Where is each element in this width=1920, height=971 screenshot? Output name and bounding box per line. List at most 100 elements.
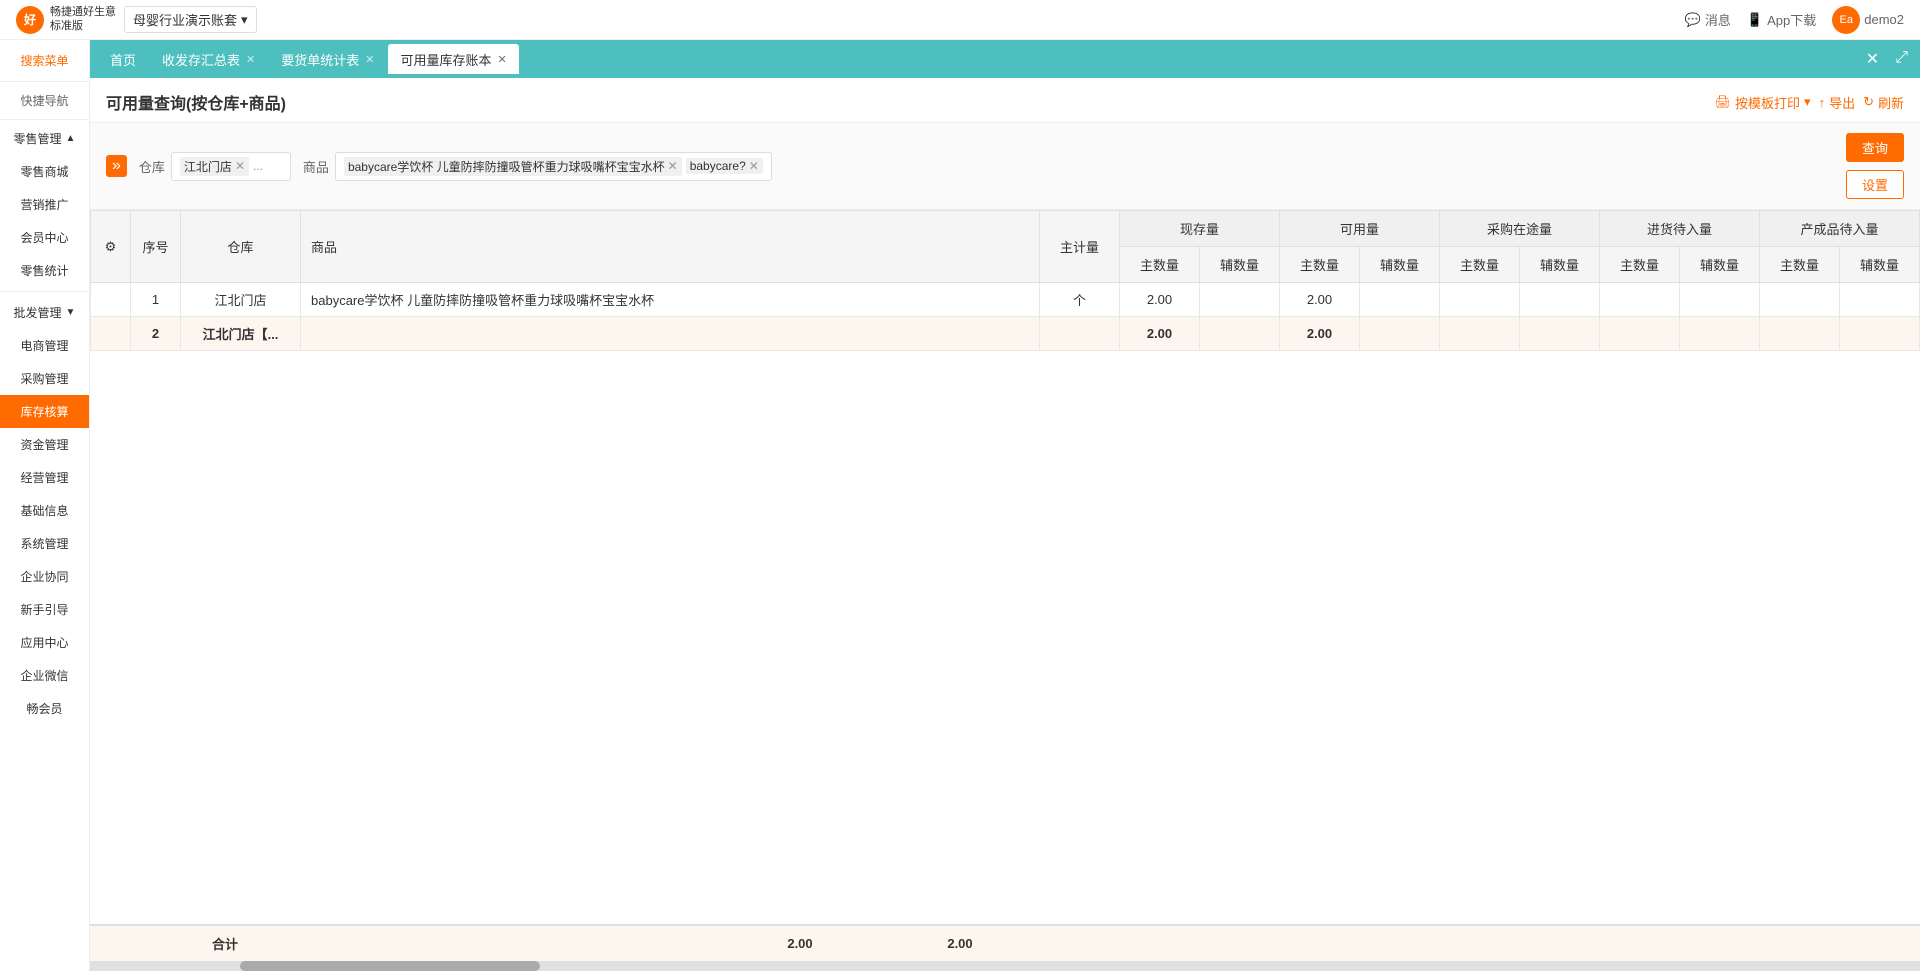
tab-order-stats[interactable]: 要货单统计表 ✕ [269,44,386,74]
sidebar-item-label: 基础信息 [20,502,68,519]
row-incoming-main [1600,283,1680,317]
subtotal-no: 2 [131,317,181,351]
logo: 好 畅捷通好生意 标准版 [16,6,116,34]
export-icon: ↑ [1819,95,1826,110]
quick-nav-item[interactable]: 快捷导航 [0,86,89,115]
subtotal-stock-main: 2.00 [1120,317,1200,351]
tab-receipts-summary[interactable]: 收发存汇总表 ✕ [150,44,267,74]
close-tab-order-stats[interactable]: ✕ [365,53,374,66]
sidebar-item-sys-mgmt[interactable]: 系统管理 [0,527,89,560]
message-button[interactable]: 💬 消息 [1685,10,1731,29]
sidebar-item-label: 新手引导 [20,601,68,618]
no-col-header: 序号 [131,211,181,283]
page-header: 可用量查询(按仓库+商品) 🖨 按模板打印 ▾ ↑ 导出 ↻ 刷新 [90,78,1920,123]
sidebar-item-enterprise-collab[interactable]: 企业协同 [0,560,89,593]
close-all-tabs-button[interactable]: ✕ [1862,47,1883,71]
message-icon: 💬 [1685,12,1701,28]
subtotal-purchase-aux [1520,317,1600,351]
warehouse-input[interactable]: 江北门店 ✕ ... [171,152,291,181]
expand-icon: ▲ [66,133,76,144]
tab-available-ledger[interactable]: 可用量库存账本 ✕ [388,44,518,74]
sidebar-item-ecom-mgmt[interactable]: 电商管理 [0,329,89,362]
main-layout: 搜索菜单 快捷导航 零售管理 ▲ 零售商城 营销推广 会员中心 零售统计 [0,40,1920,971]
sidebar-item-ops-mgmt[interactable]: 经营管理 [0,461,89,494]
chevron-down-icon: ▾ [241,12,248,28]
scrollbar-thumb[interactable] [240,961,540,971]
sidebar-item-label: 零售商城 [20,163,68,180]
horizontal-scrollbar[interactable] [90,961,1920,971]
search-menu-button[interactable]: 搜索菜单 [8,48,81,73]
page-actions: 🖨 按模板打印 ▾ ↑ 导出 ↻ 刷新 [1715,93,1905,112]
setting-button[interactable]: 设置 [1846,170,1904,199]
sidebar-item-retail-mall[interactable]: 零售商城 [0,155,89,188]
data-table: ⚙ 序号 仓库 商品 主计量 现存量 可用量 采购在途量 进货待入量 产成品待入… [90,210,1920,351]
remove-warehouse-tag[interactable]: ✕ [235,159,245,173]
sidebar-item-label: 畅会员 [26,700,62,717]
sidebar-item-label: 资金管理 [20,436,68,453]
product-filter: 商品 babycare学饮杯 儿童防摔防撞吸管杯重力球吸嘴杯宝宝水杯 ✕ bab… [303,152,772,181]
product-input[interactable]: babycare学饮杯 儿童防摔防撞吸管杯重力球吸嘴杯宝宝水杯 ✕ babyca… [335,152,772,181]
sidebar-item-basic-info[interactable]: 基础信息 [0,494,89,527]
tab-home[interactable]: 首页 [98,44,148,74]
purchase-transit-header: 采购在途量 [1440,211,1600,247]
row-settings-cell [91,283,131,317]
user-profile[interactable]: Ea demo2 [1832,6,1904,34]
sidebar-item-label: 会员中心 [20,229,68,246]
sidebar-menu: 零售管理 ▲ 零售商城 营销推广 会员中心 零售统计 批发管理 ▼ 电商管理 [0,120,89,727]
sidebar-item-label: 零售统计 [20,262,68,279]
row-product-main [1760,283,1840,317]
query-button[interactable]: 查询 [1846,133,1904,162]
sidebar-item-free-member[interactable]: 畅会员 [0,692,89,725]
available-header: 可用量 [1280,211,1440,247]
close-tab-available-ledger[interactable]: ✕ [498,53,507,66]
sidebar-item-label: 企业微信 [20,667,68,684]
sidebar-item-marketing[interactable]: 营销推广 [0,188,89,221]
filter-toggle-button[interactable]: » [106,155,127,177]
sidebar-item-enterprise-wechat[interactable]: 企业微信 [0,659,89,692]
footer-spacer3 [680,936,760,951]
remove-product-tag-2[interactable]: ✕ [749,159,759,173]
sidebar-item-label: 零售管理 [14,130,62,147]
close-tab-receipts[interactable]: ✕ [246,53,255,66]
refresh-button[interactable]: ↻ 刷新 [1863,93,1904,112]
app-download-button[interactable]: 📱 App下载 [1747,10,1816,29]
expand-button[interactable]: ⤢ [1891,47,1912,71]
export-button[interactable]: ↑ 导出 [1819,93,1856,112]
sidebar-item-member-center[interactable]: 会员中心 [0,221,89,254]
sidebar-item-batch-mgmt[interactable]: 批发管理 ▼ [0,296,89,329]
product-pending-header: 产成品待入量 [1760,211,1920,247]
warehouse-label: 仓库 [139,157,165,176]
incoming-main-qty-header: 主数量 [1600,247,1680,283]
sidebar-item-inventory-check[interactable]: 库存核算 [0,395,89,428]
avail-aux-qty-header: 辅数量 [1360,247,1440,283]
logo-icon: 好 [16,6,44,34]
table-area: ⚙ 序号 仓库 商品 主计量 现存量 可用量 采购在途量 进货待入量 产成品待入… [90,210,1920,924]
subtotal-incoming-main [1600,317,1680,351]
sidebar-item-purchase-mgmt[interactable]: 采购管理 [0,362,89,395]
chevron-down-icon: ▾ [1804,94,1811,110]
sidebar-item-finance-mgmt[interactable]: 资金管理 [0,428,89,461]
sidebar-item-retail-stats[interactable]: 零售统计 [0,254,89,287]
row-avail-aux [1360,283,1440,317]
row-purchase-aux [1520,283,1600,317]
sidebar-item-app-center[interactable]: 应用中心 [0,626,89,659]
row-avail-main: 2.00 [1280,283,1360,317]
subtotal-settings [91,317,131,351]
row-product-cell: babycare学饮杯 儿童防摔防撞吸管杯重力球吸嘴杯宝宝水杯 [301,283,1040,317]
sidebar-item-retail-mgmt[interactable]: 零售管理 ▲ [0,122,89,155]
sidebar-item-label: 企业协同 [20,568,68,585]
org-selector[interactable]: 母婴行业演示账套 ▾ [124,6,257,33]
sidebar-item-label: 系统管理 [20,535,68,552]
tab-bar: 首页 收发存汇总表 ✕ 要货单统计表 ✕ 可用量库存账本 ✕ ✕ ⤢ [90,40,1920,78]
print-button[interactable]: 🖨 按模板打印 ▾ [1715,93,1811,112]
avail-main-qty-header: 主数量 [1280,247,1360,283]
settings-icon[interactable]: ⚙ [105,239,117,254]
product-main-qty-header: 主数量 [1760,247,1840,283]
row-unit-cell: 个 [1040,283,1120,317]
remove-product-tag-1[interactable]: ✕ [668,159,678,173]
more-options[interactable]: ... [253,159,263,173]
table-row: 1 江北门店 babycare学饮杯 儿童防摔防撞吸管杯重力球吸嘴杯宝宝水杯 个… [91,283,1920,317]
purchase-aux-qty-header: 辅数量 [1520,247,1600,283]
sidebar-item-new-guide[interactable]: 新手引导 [0,593,89,626]
current-stock-header: 现存量 [1120,211,1280,247]
